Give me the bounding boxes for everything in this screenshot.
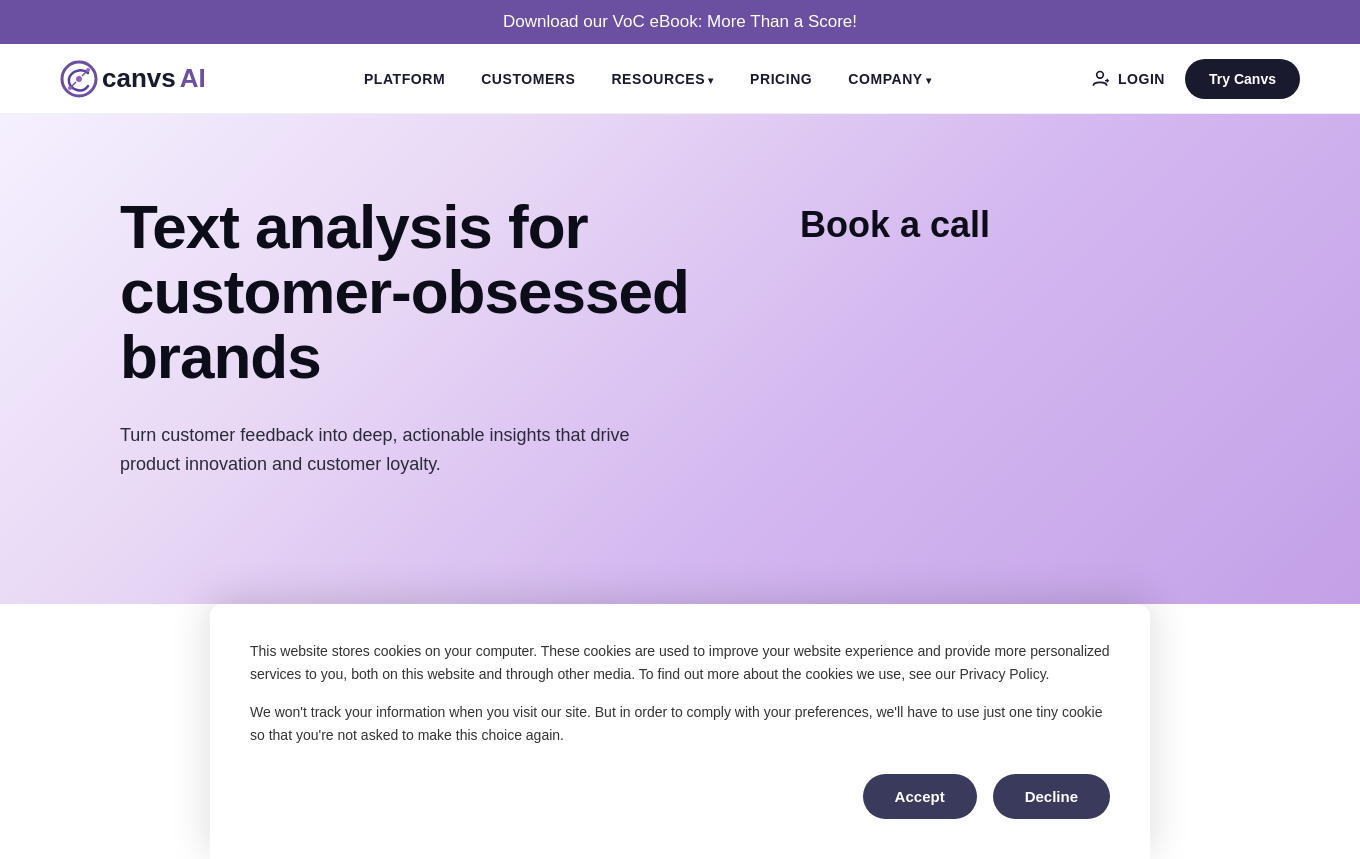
- nav-pricing[interactable]: PRICING: [750, 71, 812, 87]
- logo-word: canvs: [102, 63, 176, 94]
- nav-links: PLATFORM CUSTOMERS RESOURCES PRICING COM…: [364, 70, 932, 88]
- svg-point-6: [1097, 71, 1104, 78]
- login-button[interactable]: LOGIN: [1090, 69, 1165, 89]
- cookie-accept-button[interactable]: Accept: [863, 774, 977, 819]
- login-label: LOGIN: [1118, 71, 1165, 87]
- svg-point-3: [86, 68, 90, 72]
- try-label: Try Canvs: [1209, 71, 1276, 87]
- headline-line1: Text analysis for: [120, 192, 588, 261]
- hero-headline: Text analysis for customer-obsessed bran…: [120, 194, 740, 389]
- logo[interactable]: canvsAI: [60, 60, 206, 98]
- cookie-text-2: We won't track your information when you…: [250, 701, 1110, 746]
- navbar: canvsAI PLATFORM CUSTOMERS RESOURCES PRI…: [0, 44, 1360, 114]
- svg-point-5: [68, 86, 72, 90]
- nav-company[interactable]: COMPANY: [848, 71, 931, 87]
- hero-left: Text analysis for customer-obsessed bran…: [120, 194, 740, 479]
- hero-section: Text analysis for customer-obsessed bran…: [0, 114, 1360, 604]
- book-call-title[interactable]: Book a call: [800, 204, 1140, 246]
- cookie-buttons: Accept Decline: [250, 774, 1110, 819]
- cookie-banner: This website stores cookies on your comp…: [210, 604, 1150, 859]
- banner-text: Download our VoC eBook: More Than a Scor…: [503, 12, 857, 31]
- try-canvs-button[interactable]: Try Canvs: [1185, 59, 1300, 99]
- headline-line3: brands: [120, 322, 321, 391]
- hero-subtext: Turn customer feedback into deep, action…: [120, 421, 660, 479]
- headline-line2: customer-obsessed: [120, 257, 689, 326]
- logo-ai: AI: [180, 63, 206, 94]
- nav-customers[interactable]: CUSTOMERS: [481, 71, 575, 87]
- svg-point-1: [76, 76, 82, 82]
- cookie-text-1: This website stores cookies on your comp…: [250, 640, 1110, 685]
- hero-right: Book a call: [740, 194, 1140, 246]
- top-banner[interactable]: Download our VoC eBook: More Than a Scor…: [0, 0, 1360, 44]
- nav-platform[interactable]: PLATFORM: [364, 71, 445, 87]
- logo-icon: [60, 60, 98, 98]
- nav-resources[interactable]: RESOURCES: [611, 71, 714, 87]
- cookie-decline-button[interactable]: Decline: [993, 774, 1110, 819]
- nav-right: LOGIN Try Canvs: [1090, 59, 1300, 99]
- person-icon: [1090, 69, 1110, 89]
